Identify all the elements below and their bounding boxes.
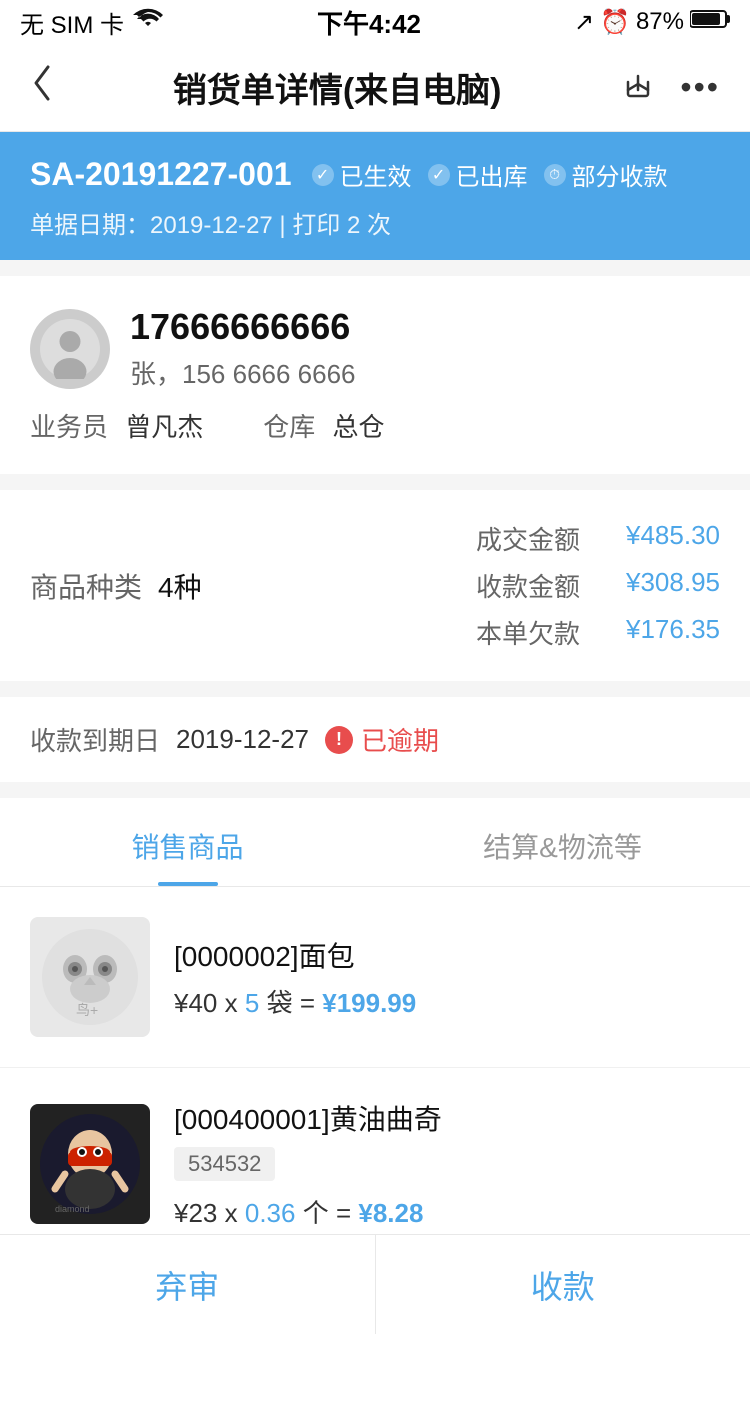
back-button[interactable] [30,63,54,112]
product-type-count: 商品种类 4种 [30,520,202,651]
order-number: SA-20191227-001 [30,156,292,193]
amount-row: 成交金额 ¥485.30 [476,520,720,557]
list-item: diamond [000400001]黄油曲奇 534532 ¥23 x 0.3… [0,1068,750,1261]
customer-name-phone: 张，156 6666 6666 [130,354,356,391]
wifi-icon [132,8,164,37]
overdue-icon: ! [325,726,353,754]
owed-value: ¥176.35 [600,614,720,651]
status-badges: ✓ 已生效 ✓ 已出库 ⏱ 部分收款 [312,157,668,192]
confirm-button[interactable]: 收款 [375,1235,750,1334]
status-left: 无 SIM 卡 [20,5,164,40]
sim-label: 无 SIM 卡 [20,5,124,40]
customer-info: 17666666666 张，156 6666 6666 [130,306,356,391]
product-total-1: ¥199.99 [322,988,416,1018]
badge-shipped: ✓ 已出库 [428,157,528,192]
product-qty-2: 0.36 [245,1198,296,1228]
product-qty-1: 5 [245,988,259,1018]
status-bar: 无 SIM 卡 下午4:42 ↗ ⏰ 87% [0,0,750,44]
tabs-section: 销售商品 结算&物流等 [0,798,750,887]
status-time: 下午4:42 [317,4,421,41]
product-info-1: [0000002]面包 ¥40 x 5 袋 = ¥199.99 [174,935,720,1020]
status-right: ↗ ⏰ 87% [574,8,730,37]
received-row: 收款金额 ¥308.95 [476,567,720,604]
amount-value: ¥485.30 [600,520,720,557]
list-item: 鸟+ [0000002]面包 ¥40 x 5 袋 = ¥199.99 [0,887,750,1068]
owed-label: 本单欠款 [476,614,580,651]
salesperson-info: 业务员 曾凡杰 [30,407,203,444]
bottom-bar: 弃审 收款 [0,1234,750,1334]
due-date-label: 收款到期日 [30,721,160,758]
product-type-value: 4种 [158,566,202,606]
share-icon[interactable] [620,66,656,109]
product-tag-2: 534532 [174,1147,275,1181]
owed-row: 本单欠款 ¥176.35 [476,614,720,651]
battery-icon [690,8,730,36]
product-name-2: [000400001]黄油曲奇 [174,1098,720,1138]
product-name-1: [0000002]面包 [174,935,720,975]
amount-label: 成交金额 [476,520,580,557]
salesperson-label: 业务员 [30,412,108,442]
more-icon[interactable]: ••• [680,69,720,106]
customer-section: 17666666666 张，156 6666 6666 业务员 曾凡杰 仓库 总… [0,276,750,474]
location-icon: ↗ [574,8,594,37]
overdue-badge: ! 已逾期 [325,721,439,758]
tab-sales-products[interactable]: 销售商品 [0,798,375,886]
avatar [30,309,110,389]
check-icon-1: ✓ [312,164,334,186]
nav-bar: 销货单详情(来自电脑) ••• [0,44,750,132]
product-thumbnail-2: diamond [30,1104,150,1224]
order-header: SA-20191227-001 ✓ 已生效 ✓ 已出库 ⏱ 部分收款 单据日期：… [0,132,750,260]
received-label: 收款金额 [476,567,580,604]
product-total-2: ¥8.28 [358,1198,423,1228]
salesperson-value: 曾凡杰 [125,412,203,442]
badge-partial: ⏱ 部分收款 [544,157,668,192]
overdue-label: 已逾期 [361,721,439,758]
warehouse-info: 仓库 总仓 [263,407,384,444]
page-title: 销货单详情(来自电脑) [173,63,502,112]
product-type-label: 商品种类 [30,566,142,606]
alarm-icon: ⏰ [600,8,630,37]
product-thumbnail-1: 鸟+ [30,917,150,1037]
svg-text:鸟+: 鸟+ [76,1002,98,1018]
product-price-2: ¥23 x 0.36 个 = ¥8.28 [174,1193,720,1230]
tab-settlement[interactable]: 结算&物流等 [375,798,750,886]
product-price-1: ¥40 x 5 袋 = ¥199.99 [174,983,720,1020]
due-date-value: 2019-12-27 [176,724,309,755]
order-sub-info: 单据日期：2019-12-27 | 打印 2 次 [30,205,720,240]
received-value: ¥308.95 [600,567,720,604]
customer-phone: 17666666666 [130,306,356,348]
svg-text:diamond: diamond [55,1204,90,1214]
cancel-button[interactable]: 弃审 [0,1235,375,1334]
check-icon-2: ✓ [428,164,450,186]
nav-right-icons: ••• [620,66,720,109]
amount-stats: 成交金额 ¥485.30 收款金额 ¥308.95 本单欠款 ¥176.35 [476,520,720,651]
customer-meta: 业务员 曾凡杰 仓库 总仓 [30,407,720,444]
warehouse-value: 总仓 [333,412,385,442]
warehouse-label: 仓库 [263,412,315,442]
tabs-row: 销售商品 结算&物流等 [0,798,750,887]
product-info-2: [000400001]黄油曲奇 534532 ¥23 x 0.36 个 = ¥8… [174,1098,720,1230]
stats-section: 商品种类 4种 成交金额 ¥485.30 收款金额 ¥308.95 本单欠款 ¥… [0,490,750,681]
due-date-section: 收款到期日 2019-12-27 ! 已逾期 [0,697,750,782]
clock-icon: ⏱ [544,164,566,186]
battery-label: 87% [636,8,684,36]
badge-active: ✓ 已生效 [312,157,412,192]
